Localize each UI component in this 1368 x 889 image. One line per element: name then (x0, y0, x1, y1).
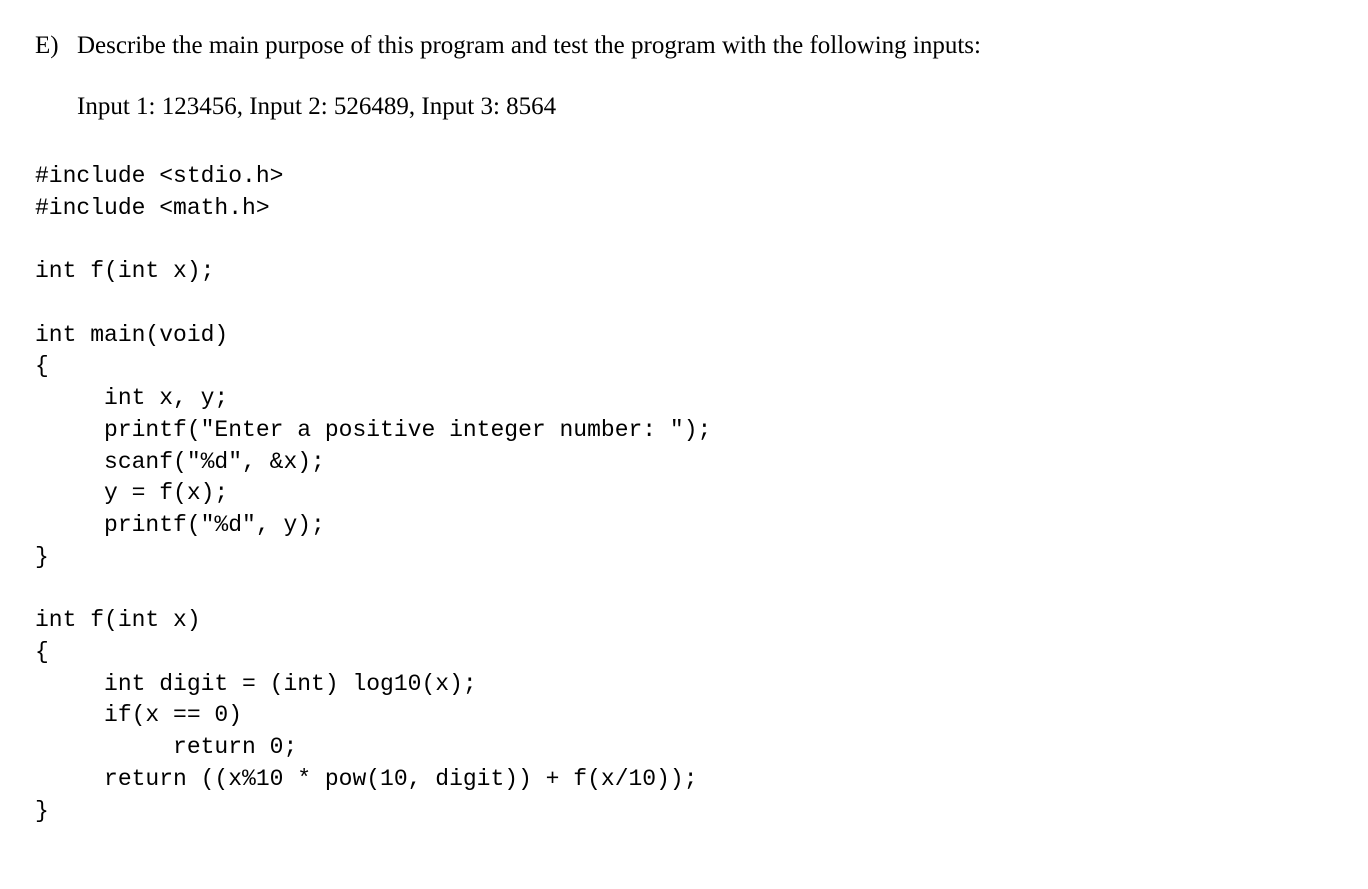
question-line: E) Describe the main purpose of this pro… (35, 30, 1333, 63)
inputs-line: Input 1: 123456, Input 2: 526489, Input … (77, 91, 1333, 124)
question-label: E) (35, 30, 77, 63)
code-block: #include <stdio.h> #include <math.h> int… (35, 161, 1333, 827)
question-text: Describe the main purpose of this progra… (77, 30, 981, 63)
